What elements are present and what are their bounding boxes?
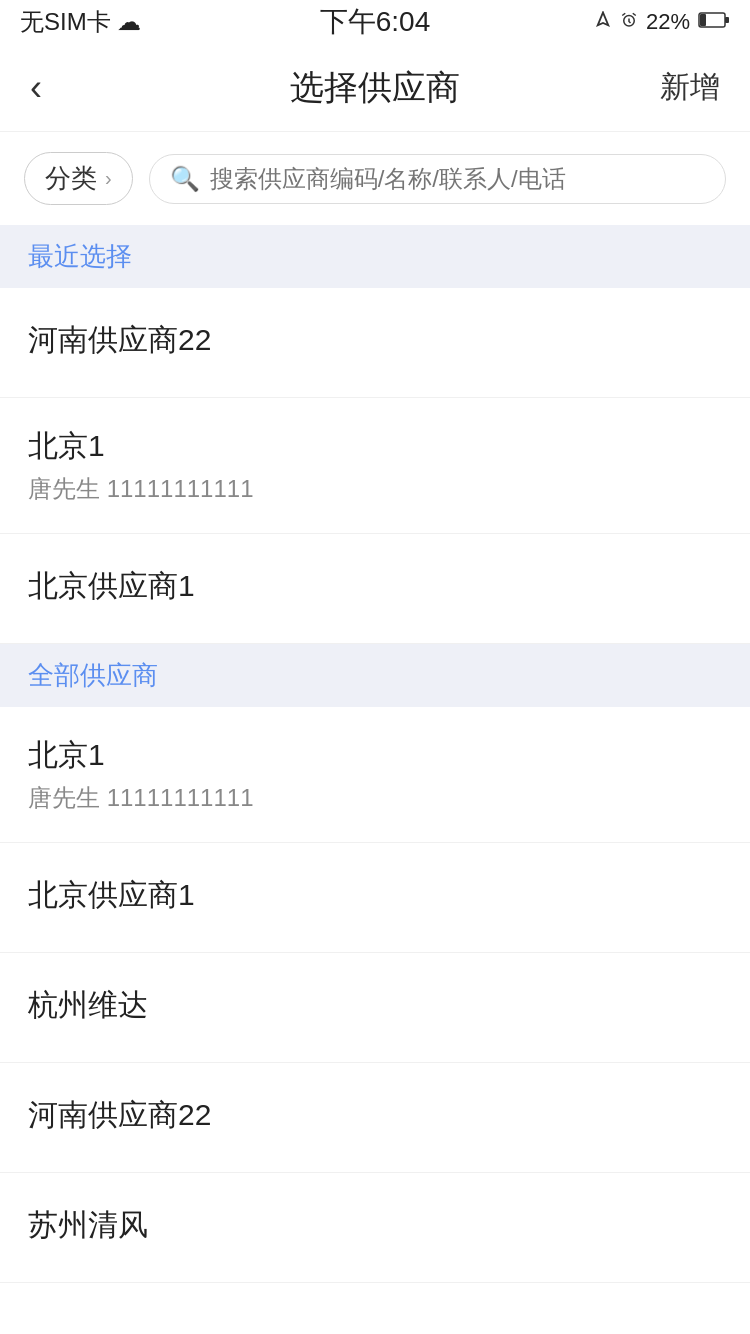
search-icon: 🔍 <box>170 165 200 193</box>
list-item[interactable]: 北京供应商1 <box>0 534 750 644</box>
back-button[interactable]: ‹ <box>30 67 90 109</box>
status-right: 22% <box>594 9 730 35</box>
status-bar: 无SIM卡 ☁ 下午6:04 22% <box>0 0 750 44</box>
no-sim-text: 无SIM卡 ☁ <box>20 6 141 38</box>
item-name: 北京1 <box>28 426 722 467</box>
list-item[interactable]: 北京1 唐先生 11111111111 <box>0 398 750 534</box>
add-button[interactable]: 新增 <box>660 67 720 108</box>
location-icon <box>594 9 612 35</box>
page-title: 选择供应商 <box>290 65 460 111</box>
status-left: 无SIM卡 ☁ <box>20 6 141 38</box>
item-name: 杭州维达 <box>28 985 722 1026</box>
alarm-icon <box>620 9 638 35</box>
category-button[interactable]: 分类 › <box>24 152 133 205</box>
nav-bar: ‹ 选择供应商 新增 <box>0 44 750 132</box>
item-sub: 唐先生 11111111111 <box>28 473 722 505</box>
search-box[interactable]: 🔍 <box>149 154 726 204</box>
list-item[interactable]: 河南供应商22 <box>0 288 750 398</box>
list-item[interactable]: 北京1 唐先生 11111111111 <box>0 707 750 843</box>
item-name: 苏州清风 <box>28 1205 722 1246</box>
list-item[interactable]: 杭州维达 <box>0 953 750 1063</box>
list-item[interactable]: 北京供应商1 <box>0 843 750 953</box>
category-label: 分类 <box>45 161 97 196</box>
item-name: 河南供应商22 <box>28 320 722 361</box>
list-item[interactable]: 苏州清风 <box>0 1173 750 1283</box>
recent-list: 河南供应商22 北京1 唐先生 11111111111 北京供应商1 <box>0 288 750 644</box>
battery-icon <box>698 9 730 35</box>
status-time: 下午6:04 <box>320 3 431 41</box>
chevron-icon: › <box>105 167 112 190</box>
recent-section-header: 最近选择 <box>0 225 750 288</box>
all-list: 北京1 唐先生 11111111111 北京供应商1 杭州维达河南供应商22 苏州清风 <box>0 707 750 1283</box>
battery-text: 22% <box>646 9 690 35</box>
item-name: 北京供应商1 <box>28 875 722 916</box>
svg-rect-2 <box>725 17 729 23</box>
all-section-header: 全部供应商 <box>0 644 750 707</box>
item-sub: 唐先生 11111111111 <box>28 782 722 814</box>
item-name: 北京供应商1 <box>28 566 722 607</box>
svg-rect-3 <box>700 14 706 26</box>
filter-bar: 分类 › 🔍 <box>0 132 750 225</box>
search-input[interactable] <box>210 165 705 193</box>
item-name: 北京1 <box>28 735 722 776</box>
item-name: 河南供应商22 <box>28 1095 722 1136</box>
list-item[interactable]: 河南供应商22 <box>0 1063 750 1173</box>
